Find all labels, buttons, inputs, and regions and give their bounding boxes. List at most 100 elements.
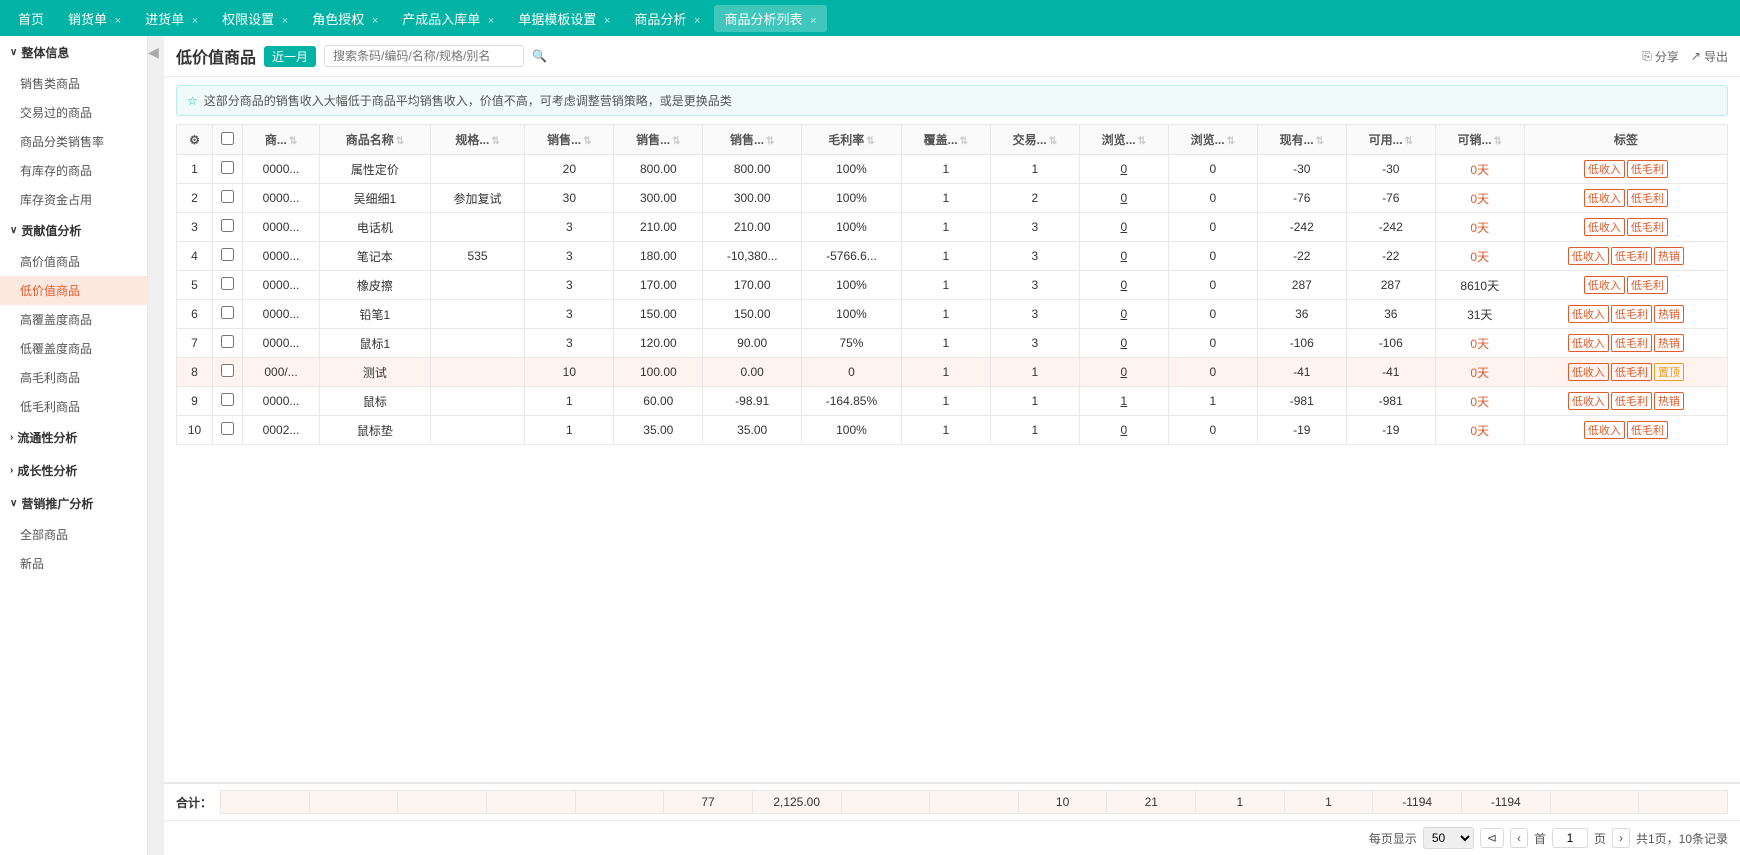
row-checkbox[interactable]	[221, 422, 234, 435]
cell-view1[interactable]: 0	[1079, 416, 1168, 445]
view1-link[interactable]: 0	[1120, 162, 1127, 176]
sidebar-group-contribution[interactable]: ∨贡献值分析	[0, 214, 147, 247]
footer-cells: 77 2,125.00 10 21 1 1 -1194 -1194	[220, 790, 1728, 814]
sidebar-collapse-btn[interactable]: ◀	[148, 44, 159, 61]
sidebar-item-high-coverage[interactable]: 高覆盖度商品	[0, 305, 147, 334]
cell-view1[interactable]: 0	[1079, 358, 1168, 387]
cell-available-stock: 36	[1346, 300, 1435, 329]
sidebar-item-all-goods[interactable]: 全部商品	[0, 520, 147, 549]
cell-view1[interactable]: 0	[1079, 271, 1168, 300]
cell-tags: 低收入低毛利热销	[1524, 387, 1727, 416]
first-page-btn[interactable]: ⊲	[1480, 828, 1504, 848]
tag-低毛利: 低毛利	[1611, 334, 1652, 352]
cell-sale-qty: 3	[525, 271, 614, 300]
nav-roles[interactable]: 角色授权 ×	[302, 5, 388, 32]
sidebar-group-liquidity[interactable]: ›流通性分析	[0, 421, 147, 454]
sidebar-item-high-value[interactable]: 高价值商品	[0, 247, 147, 276]
nav-sales[interactable]: 销货单 ×	[58, 5, 131, 32]
row-checkbox[interactable]	[221, 277, 234, 290]
view1-link[interactable]: 0	[1120, 365, 1127, 379]
sidebar-item-high-profit[interactable]: 高毛利商品	[0, 363, 147, 392]
per-page-select[interactable]: 50 100 200	[1423, 827, 1474, 849]
select-all-checkbox[interactable]	[221, 132, 234, 145]
cell-checkbox[interactable]	[213, 387, 243, 416]
nav-purchase[interactable]: 进货单 ×	[135, 5, 208, 32]
cell-checkbox[interactable]	[213, 184, 243, 213]
cell-view1[interactable]: 0	[1079, 184, 1168, 213]
cell-checkbox[interactable]	[213, 213, 243, 242]
cell-view1[interactable]: 0	[1079, 155, 1168, 184]
next-page-btn[interactable]: ›	[1612, 828, 1630, 848]
cell-view1[interactable]: 0	[1079, 329, 1168, 358]
row-checkbox[interactable]	[221, 219, 234, 232]
cell-checkbox[interactable]	[213, 155, 243, 184]
view1-link[interactable]: 0	[1120, 278, 1127, 292]
nav-home[interactable]: 首页	[8, 5, 54, 32]
sidebar-group-growth[interactable]: ›成长性分析	[0, 454, 147, 487]
cell-num: 6	[177, 300, 213, 329]
cell-sale-amount: 300.00	[703, 184, 802, 213]
cell-code: 0000...	[243, 271, 320, 300]
sidebar-item-sales-goods[interactable]: 销售类商品	[0, 69, 147, 98]
cell-checkbox[interactable]	[213, 358, 243, 387]
row-checkbox[interactable]	[221, 364, 234, 377]
view1-link[interactable]: 1	[1120, 394, 1127, 408]
cell-checkbox[interactable]	[213, 242, 243, 271]
cell-view1[interactable]: 1	[1079, 387, 1168, 416]
cell-view1[interactable]: 0	[1079, 300, 1168, 329]
nav-template[interactable]: 单据模板设置 ×	[508, 5, 620, 32]
share-btn[interactable]: ⎘ 分享	[1642, 48, 1679, 65]
cell-tags: 低收入低毛利	[1524, 271, 1727, 300]
cell-coverage: 1	[901, 387, 990, 416]
sidebar-group-marketing[interactable]: ∨营销推广分析	[0, 487, 147, 520]
sidebar-item-low-coverage[interactable]: 低覆盖度商品	[0, 334, 147, 363]
col-gear[interactable]: ⚙	[177, 125, 213, 155]
nav-analysis-list[interactable]: 商品分析列表 ×	[714, 5, 826, 32]
cell-sale-price: 800.00	[614, 155, 703, 184]
cell-checkbox[interactable]	[213, 416, 243, 445]
view1-link[interactable]: 0	[1120, 307, 1127, 321]
table-row: 1 0000... 属性定价 20 800.00 800.00 100% 1 1…	[177, 155, 1728, 184]
search-input[interactable]	[324, 45, 524, 67]
sidebar-item-low-profit[interactable]: 低毛利商品	[0, 392, 147, 421]
cell-checkbox[interactable]	[213, 300, 243, 329]
search-icon[interactable]: 🔍	[532, 49, 547, 63]
page-number-input[interactable]	[1552, 828, 1588, 848]
sidebar-group-overall[interactable]: ∨整体信息	[0, 36, 147, 69]
cell-checkbox[interactable]	[213, 271, 243, 300]
sidebar-item-traded-goods[interactable]: 交易过的商品	[0, 98, 147, 127]
view1-link[interactable]: 0	[1120, 191, 1127, 205]
cell-trade: 1	[990, 358, 1079, 387]
sidebar-item-new-goods[interactable]: 新品	[0, 549, 147, 578]
nav-analysis[interactable]: 商品分析 ×	[624, 5, 710, 32]
view1-link[interactable]: 0	[1120, 220, 1127, 234]
cell-checkbox[interactable]	[213, 329, 243, 358]
row-checkbox[interactable]	[221, 161, 234, 174]
row-checkbox[interactable]	[221, 306, 234, 319]
filter-recent-month-btn[interactable]: 近一月	[264, 46, 316, 67]
expand-arrow-growth: ›	[10, 465, 13, 476]
sidebar-item-stock-goods[interactable]: 有库存的商品	[0, 156, 147, 185]
page-label-text: 首	[1534, 830, 1546, 847]
nav-production[interactable]: 产成品入库单 ×	[392, 5, 504, 32]
view1-link[interactable]: 0	[1120, 336, 1127, 350]
row-checkbox[interactable]	[221, 335, 234, 348]
view1-link[interactable]: 0	[1120, 249, 1127, 263]
row-checkbox[interactable]	[221, 190, 234, 203]
row-checkbox[interactable]	[221, 393, 234, 406]
sidebar-item-low-value[interactable]: 低价值商品	[0, 276, 147, 305]
col-checkbox[interactable]	[213, 125, 243, 155]
view1-link[interactable]: 0	[1120, 423, 1127, 437]
cell-view1[interactable]: 0	[1079, 242, 1168, 271]
prev-page-btn[interactable]: ‹	[1510, 828, 1528, 848]
row-checkbox[interactable]	[221, 248, 234, 261]
sidebar-item-stock-capital[interactable]: 库存资金占用	[0, 185, 147, 214]
nav-permissions[interactable]: 权限设置 ×	[212, 5, 298, 32]
cell-gross-margin: -164.85%	[802, 387, 902, 416]
tag-低收入: 低收入	[1584, 189, 1625, 207]
cell-code: 0000...	[243, 213, 320, 242]
cell-view1[interactable]: 0	[1079, 213, 1168, 242]
export-btn[interactable]: ↗ 导出	[1691, 48, 1728, 65]
sidebar-item-category-rate[interactable]: 商品分类销售率	[0, 127, 147, 156]
cell-coverage: 1	[901, 271, 990, 300]
